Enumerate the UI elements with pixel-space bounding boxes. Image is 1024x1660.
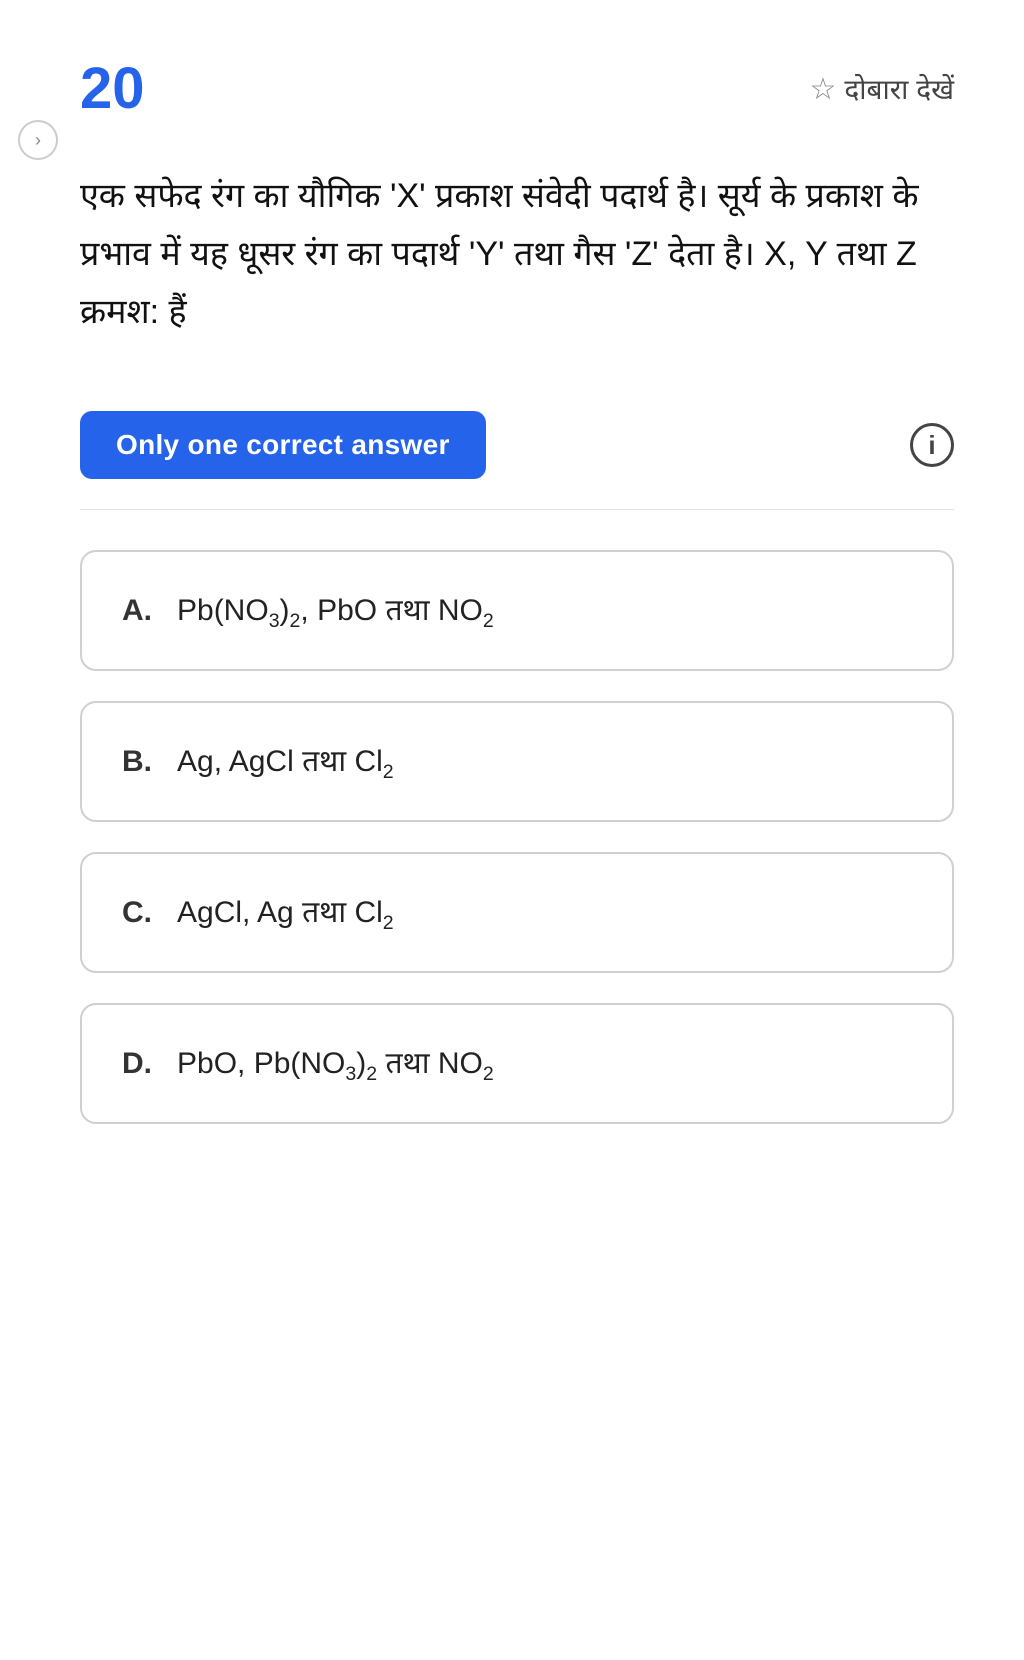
option-c[interactable]: C. AgCl, Ag तथा Cl2 [80, 852, 954, 973]
review-button[interactable]: ☆ दोबारा देखें [809, 70, 954, 108]
option-a-label: A. [122, 594, 177, 628]
page-container: › 20 ☆ दोबारा देखें एक सफेद रंग का यौगिक… [0, 0, 1024, 1660]
option-a[interactable]: A. Pb(NO3)2, PbO तथा NO2 [80, 550, 954, 671]
answer-type-section: Only one correct answer i [80, 411, 954, 479]
option-d[interactable]: D. PbO, Pb(NO3)2 तथा NO2 [80, 1003, 954, 1124]
nav-back-button[interactable]: › [18, 120, 58, 160]
section-divider [80, 509, 954, 510]
option-b-label: B. [122, 745, 177, 779]
option-c-label: C. [122, 896, 177, 930]
review-label: दोबारा देखें [844, 70, 954, 108]
option-c-text: AgCl, Ag तथा Cl2 [177, 890, 912, 935]
option-b[interactable]: B. Ag, AgCl तथा Cl2 [80, 701, 954, 822]
option-b-text: Ag, AgCl तथा Cl2 [177, 739, 912, 784]
option-a-text: Pb(NO3)2, PbO तथा NO2 [177, 588, 912, 633]
question-number: 20 [80, 60, 145, 118]
question-text: एक सफेद रंग का यौगिक 'X' प्रकाश संवेदी प… [80, 168, 954, 341]
info-icon[interactable]: i [910, 423, 954, 467]
question-header: 20 ☆ दोबारा देखें [80, 60, 954, 118]
info-icon-label: i [928, 430, 935, 461]
answer-type-badge: Only one correct answer [80, 411, 486, 479]
star-icon: ☆ [809, 72, 836, 107]
options-container: A. Pb(NO3)2, PbO तथा NO2 B. Ag, AgCl तथा… [80, 550, 954, 1124]
option-d-label: D. [122, 1047, 177, 1081]
chevron-right-icon: › [35, 130, 41, 151]
option-d-text: PbO, Pb(NO3)2 तथा NO2 [177, 1041, 912, 1086]
